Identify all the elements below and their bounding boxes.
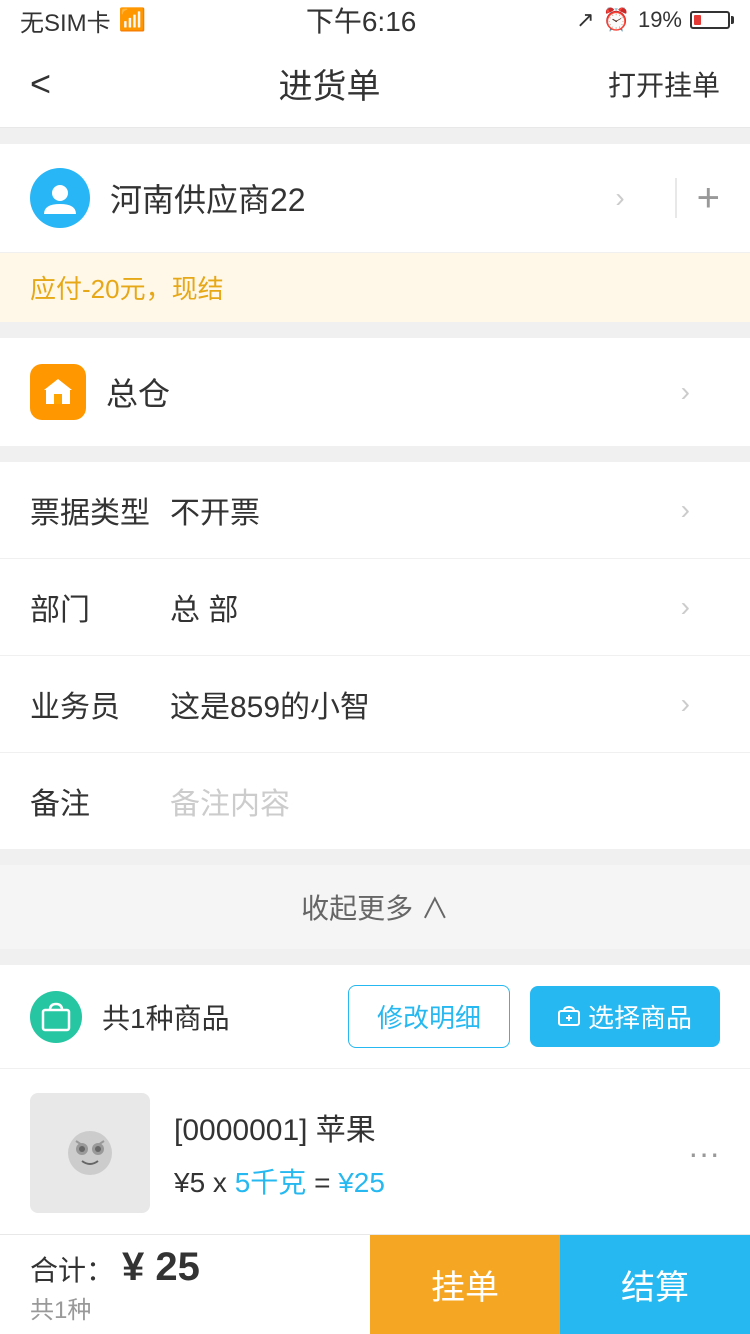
equals-sign: = xyxy=(314,1167,338,1198)
person-icon xyxy=(42,180,78,216)
open-hang-button[interactable]: 打开挂单 xyxy=(608,64,720,104)
battery-icon xyxy=(690,11,730,29)
product-info: [0000001] 苹果 ¥5 x 5千克 = ¥25 xyxy=(174,1105,664,1201)
alarm-icon: ⏰ xyxy=(603,7,630,33)
footer-total: 合计： ¥ 25 共1种 xyxy=(0,1245,370,1325)
battery-fill xyxy=(694,15,701,25)
warehouse-name: 总仓 xyxy=(106,369,681,415)
wifi-icon: 📶 xyxy=(119,7,146,33)
battery-pct: 19% xyxy=(638,7,682,33)
invoice-row[interactable]: 票据类型 不开票 › xyxy=(0,462,750,559)
supplier-name: 河南供应商22 xyxy=(110,175,615,221)
status-left: 无SIM卡 📶 xyxy=(20,3,146,38)
payment-hint: 应付-20元，现结 xyxy=(0,253,750,322)
products-header: 共1种商品 修改明细 选择商品 xyxy=(0,965,750,1068)
carrier-text: 无SIM卡 xyxy=(20,3,111,38)
warehouse-icon xyxy=(30,364,86,420)
collapse-bar[interactable]: 收起更多 ∧ xyxy=(0,865,750,949)
hang-button[interactable]: 挂单 xyxy=(370,1235,560,1334)
footer-count: 共1种 xyxy=(30,1290,340,1325)
unit-price: ¥5 x xyxy=(174,1167,235,1198)
staff-chevron-icon: › xyxy=(681,688,690,720)
cart-icon xyxy=(558,1006,580,1028)
staff-value: 这是859的小智 xyxy=(170,682,681,726)
total-label: 合计： xyxy=(30,1249,114,1289)
product-title: 苹果 xyxy=(316,1114,376,1147)
warehouse-row[interactable]: 总仓 › xyxy=(0,338,750,446)
product-thumbnail xyxy=(30,1093,150,1213)
dept-chevron-icon: › xyxy=(681,591,690,623)
status-bar: 无SIM卡 📶 下午6:16 ↗ ⏰ 19% xyxy=(0,0,750,40)
edit-detail-button[interactable]: 修改明细 xyxy=(348,985,510,1048)
product-count-icon xyxy=(30,991,82,1043)
status-right: ↗ ⏰ 19% xyxy=(576,7,730,33)
dept-label: 部门 xyxy=(30,585,170,629)
supplier-divider xyxy=(675,178,677,218)
product-count-text: 共1种商品 xyxy=(102,997,328,1037)
supplier-row[interactable]: 河南供应商22 › + xyxy=(0,144,750,253)
house-icon xyxy=(42,376,74,408)
invoice-chevron-icon: › xyxy=(681,494,690,526)
supplier-section: 河南供应商22 › + 应付-20元，现结 xyxy=(0,144,750,322)
product-item: [0000001] 苹果 ¥5 x 5千克 = ¥25 ··· xyxy=(0,1068,750,1237)
note-input[interactable]: 备注内容 xyxy=(170,779,720,823)
form-section: 票据类型 不开票 › 部门 总 部 › 业务员 这是859的小智 › 备注 备注… xyxy=(0,462,750,849)
footer-total-row: 合计： ¥ 25 xyxy=(30,1245,340,1290)
staff-row[interactable]: 业务员 这是859的小智 › xyxy=(0,656,750,753)
dept-row[interactable]: 部门 总 部 › xyxy=(0,559,750,656)
checkout-button[interactable]: 结算 xyxy=(560,1235,750,1334)
supplier-avatar xyxy=(30,168,90,228)
supplier-chevron-icon: › xyxy=(615,182,624,214)
select-product-label: 选择商品 xyxy=(588,998,692,1035)
note-label: 备注 xyxy=(30,779,170,823)
add-supplier-button[interactable]: + xyxy=(697,176,720,221)
total-price: ¥25 xyxy=(338,1167,385,1198)
location-icon: ↗ xyxy=(576,7,594,33)
product-more-button[interactable]: ··· xyxy=(688,1135,720,1172)
note-row[interactable]: 备注 备注内容 xyxy=(0,753,750,849)
back-button[interactable]: < xyxy=(30,63,51,105)
product-thumb-icon xyxy=(60,1123,120,1183)
invoice-value: 不开票 xyxy=(170,488,681,532)
warehouse-chevron-icon: › xyxy=(681,376,690,408)
invoice-label: 票据类型 xyxy=(30,488,170,532)
product-name: [0000001] 苹果 xyxy=(174,1105,664,1149)
warehouse-section: 总仓 › xyxy=(0,338,750,446)
footer: 合计： ¥ 25 共1种 挂单 结算 xyxy=(0,1234,750,1334)
staff-label: 业务员 xyxy=(30,682,170,726)
dept-value: 总 部 xyxy=(170,585,681,629)
shopping-icon xyxy=(41,1002,71,1032)
select-product-button[interactable]: 选择商品 xyxy=(530,986,720,1047)
page-title: 进货单 xyxy=(279,59,381,108)
nav-bar: < 进货单 打开挂单 xyxy=(0,40,750,128)
total-amount: ¥ 25 xyxy=(122,1245,200,1290)
status-time: 下午6:16 xyxy=(306,0,417,40)
quantity: 5千克 xyxy=(235,1167,307,1198)
product-price: ¥5 x 5千克 = ¥25 xyxy=(174,1161,664,1201)
product-code: [0000001] xyxy=(174,1114,316,1147)
